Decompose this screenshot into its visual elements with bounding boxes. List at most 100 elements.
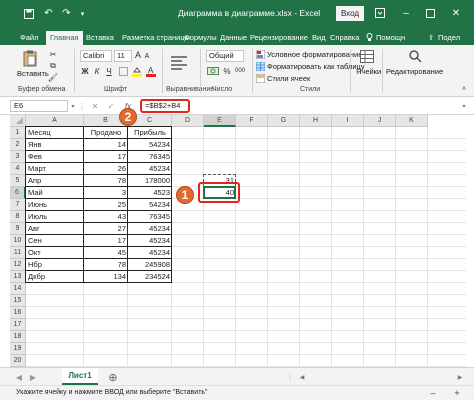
month-cell[interactable]: Авг (28, 224, 82, 235)
month-cell[interactable]: Фев (28, 152, 82, 163)
add-sheet-icon[interactable]: ⊕ (106, 370, 120, 384)
month-cell[interactable]: Май (28, 188, 82, 199)
profit-cell[interactable]: 245908 (130, 260, 170, 271)
enter-button[interactable]: ✓ (106, 100, 116, 112)
profit-cell[interactable]: 76345 (130, 212, 170, 223)
sold-cell[interactable]: 14 (86, 140, 126, 151)
profit-cell[interactable]: 54234 (130, 140, 170, 151)
sheet-tab-list1[interactable]: Лист1 (62, 368, 98, 385)
month-cell[interactable]: Июнь (28, 200, 82, 211)
row-header-10[interactable]: 10 (10, 235, 26, 247)
row-header-17[interactable]: 17 (10, 319, 26, 331)
collapse-ribbon-icon[interactable]: ˄ (460, 85, 468, 93)
redo-icon[interactable]: ↷ (60, 7, 73, 20)
month-cell[interactable]: Окт (28, 248, 82, 259)
zoom-out-icon[interactable]: – (428, 388, 438, 398)
conditional-formatting-icon[interactable] (256, 49, 265, 59)
close-icon[interactable]: ✕ (448, 5, 464, 21)
maximize-icon[interactable] (422, 5, 438, 21)
column-header-k[interactable]: K (396, 115, 428, 127)
paste-icon[interactable] (22, 49, 38, 67)
sold-cell[interactable]: 17 (86, 236, 126, 247)
column-header-d[interactable]: D (172, 115, 204, 127)
column-header-i[interactable]: I (332, 115, 364, 127)
tab-page-layout[interactable]: Разметка страницы (122, 31, 190, 45)
font-name-select[interactable]: Calibri (80, 50, 112, 62)
save-icon[interactable] (22, 7, 35, 20)
select-all-corner[interactable] (10, 115, 26, 127)
profit-cell[interactable]: 45234 (130, 164, 170, 175)
alignment-icon[interactable] (168, 53, 190, 73)
profit-cell[interactable]: 4523 (130, 188, 170, 199)
lightbulb-icon[interactable] (366, 31, 373, 45)
row-header-7[interactable]: 7 (10, 199, 26, 211)
comma-style-icon[interactable]: 000 (234, 65, 246, 77)
sold-cell[interactable]: 17 (86, 152, 126, 163)
zoom-in-icon[interactable]: + (452, 388, 462, 398)
month-cell[interactable]: Март (28, 164, 82, 175)
expand-formula-bar-icon[interactable]: ▾ (460, 102, 468, 110)
bold-button[interactable]: Ж (80, 65, 90, 77)
tab-formulas[interactable]: Формулы (184, 31, 217, 45)
row-header-19[interactable]: 19 (10, 343, 26, 355)
cell-styles-button[interactable]: Стили ячеек (267, 74, 310, 83)
editing-button[interactable]: Редактирование (386, 67, 443, 76)
sold-cell[interactable]: 134 (86, 272, 126, 283)
borders-icon[interactable] (118, 65, 128, 77)
profit-cell[interactable]: 45234 (130, 224, 170, 235)
row-header-1[interactable]: 1 (10, 127, 26, 139)
scroll-right-icon[interactable]: ▶ (456, 372, 464, 382)
tab-data[interactable]: Данные (220, 31, 247, 45)
tab-help[interactable]: Справка (330, 31, 359, 45)
format-as-table-icon[interactable] (256, 61, 265, 71)
sold-cell[interactable]: 25 (86, 200, 126, 211)
row-header-3[interactable]: 3 (10, 151, 26, 163)
row-header-11[interactable]: 11 (10, 247, 26, 259)
sold-cell[interactable]: 45 (86, 248, 126, 259)
month-cell[interactable]: Июль (28, 212, 82, 223)
row-header-16[interactable]: 16 (10, 307, 26, 319)
tab-file[interactable]: Файл (20, 31, 38, 45)
row-header-20[interactable]: 20 (10, 355, 26, 367)
month-cell[interactable]: Апр (28, 176, 82, 187)
tab-split-handle[interactable]: ⋮ (286, 372, 294, 382)
header-cell[interactable]: Прибыль (130, 128, 170, 139)
tab-insert[interactable]: Вставка (86, 31, 114, 45)
row-header-4[interactable]: 4 (10, 163, 26, 175)
currency-icon[interactable] (206, 65, 220, 77)
header-cell[interactable]: Месяц (28, 128, 82, 139)
cut-icon[interactable]: ✂ (48, 49, 58, 59)
profit-cell[interactable]: 76345 (130, 152, 170, 163)
row-header-2[interactable]: 2 (10, 139, 26, 151)
month-cell[interactable]: Нбр (28, 260, 82, 271)
profit-cell[interactable]: 234524 (130, 272, 170, 283)
row-header-13[interactable]: 13 (10, 271, 26, 283)
grow-font-button[interactable]: A (134, 49, 142, 61)
paste-label[interactable]: Вставить (17, 69, 49, 78)
row-header-14[interactable]: 14 (10, 283, 26, 295)
month-cell[interactable]: Сен (28, 236, 82, 247)
row-header-12[interactable]: 12 (10, 259, 26, 271)
next-sheet-icon[interactable]: ▶ (28, 372, 38, 382)
row-header-18[interactable]: 18 (10, 331, 26, 343)
font-size-select[interactable]: 11 (114, 50, 132, 62)
month-cell[interactable]: Янв (28, 140, 82, 151)
login-button[interactable]: Вход (336, 6, 364, 21)
tab-review[interactable]: Рецензирование (250, 31, 308, 45)
undo-icon[interactable]: ↶ (42, 7, 55, 20)
header-cell[interactable]: Продано (86, 128, 126, 139)
profit-cell[interactable]: 45234 (130, 248, 170, 259)
tab-tell-me[interactable]: Помощн (376, 31, 405, 45)
month-cell[interactable]: Дкбр (28, 272, 82, 283)
font-color-icon[interactable]: A (146, 65, 156, 77)
column-header-e[interactable]: E (204, 115, 236, 127)
column-header-g[interactable]: G (268, 115, 300, 127)
scroll-left-icon[interactable]: ◀ (298, 372, 306, 382)
shrink-font-button[interactable]: A (143, 50, 151, 62)
column-header-j[interactable]: J (364, 115, 396, 127)
row-header-8[interactable]: 8 (10, 211, 26, 223)
spreadsheet-grid[interactable]: ABCDEFGHIJK 1 2 3 4 5 6 7 8 9 10 11 12 13 14 15 16 17 18 1… (10, 115, 466, 367)
row-header-6[interactable]: 6 (10, 187, 26, 199)
formula-input[interactable]: =$B$2+B4 (140, 99, 190, 113)
tab-home[interactable]: Главная (46, 31, 83, 45)
